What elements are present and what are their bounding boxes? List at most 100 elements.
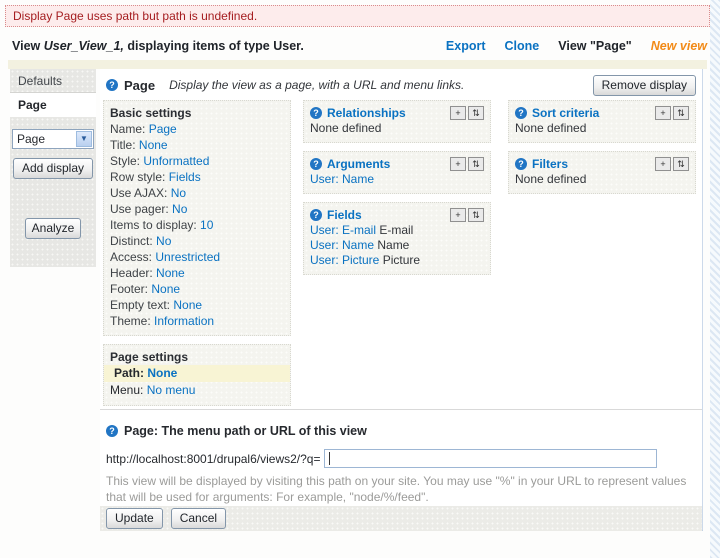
cancel-button[interactable]: Cancel [170,508,227,529]
toolbar-links: Export Clone View "Page" New view [446,39,707,53]
add-icon-button[interactable]: + [655,157,671,171]
field-label-suffix: Picture [379,253,421,267]
filters-empty: None defined [515,172,587,186]
view-name: User_View_1, [43,39,124,53]
add-icon-button[interactable]: + [655,106,671,120]
clone-link[interactable]: Clone [505,39,540,53]
setting-value-link[interactable]: No [171,186,186,200]
path-value-link[interactable]: None [147,366,177,380]
chevron-down-icon: ▼ [76,131,92,147]
path-input[interactable] [324,449,658,468]
display-edit-area: ? Page Display the view as a page, with … [100,69,703,531]
field-link[interactable]: User: Picture [310,253,379,267]
display-type-select[interactable]: Page ▼ [12,129,94,149]
display-header: ? Page Display the view as a page, with … [100,69,702,99]
setting-value-link[interactable]: Information [154,314,214,328]
setting-label: Style: [110,154,141,168]
setting-label: Empty text: [110,298,171,312]
basic-settings-header: Basic settings [110,105,284,121]
setting-row-distinct: Distinct: No [110,233,284,249]
rearrange-icon-button[interactable]: ⇅ [468,208,484,222]
update-button[interactable]: Update [106,508,163,529]
setting-row-name: Name: Page [110,121,284,137]
setting-label: Use AJAX: [110,186,168,200]
path-config-form: ? Page: The menu path or URL of this vie… [100,410,702,531]
sort-criteria-title[interactable]: Sort criteria [532,106,599,120]
views-top-strip [8,60,707,69]
setting-row-empty-text: Empty text: None [110,297,284,313]
help-icon[interactable]: ? [515,107,527,119]
argument-link[interactable]: User: Name [310,172,374,186]
add-icon-button[interactable]: + [450,157,466,171]
display-title: Page [124,77,156,93]
setting-value-link[interactable]: None [173,298,202,312]
setting-value-link[interactable]: No [156,234,171,248]
setting-value-link[interactable]: None [156,266,185,280]
add-icon-button[interactable]: + [450,106,466,120]
path-config-title: Page: The menu path or URL of this view [124,424,367,438]
add-icon-button[interactable]: + [450,208,466,222]
setting-label: Title: [110,138,136,152]
new-view-link[interactable]: New view [651,39,707,53]
setting-value-link[interactable]: Unformatted [143,154,209,168]
fields-actions: + ⇅ [448,208,484,222]
fields-panel: ? Fields + ⇅ User: E-mail E-mail User: N… [303,202,491,275]
error-message-text: Display Page uses path but path is undef… [13,9,258,23]
setting-value-link[interactable]: Page [149,122,177,136]
setting-label: Row style: [110,170,166,184]
help-icon[interactable]: ? [106,79,118,91]
right-column: ? Sort criteria + ⇅ None defined ? Filte… [508,100,696,202]
text-cursor [329,452,331,465]
rearrange-icon-button[interactable]: ⇅ [673,157,689,171]
field-link[interactable]: User: Name [310,238,374,252]
setting-value-link[interactable]: None [139,138,168,152]
setting-value-link[interactable]: Fields [169,170,201,184]
analyze-button[interactable]: Analyze [25,218,81,239]
view-page-link[interactable]: View "Page" [558,39,631,53]
help-icon[interactable]: ? [515,158,527,170]
remove-display-button[interactable]: Remove display [592,74,696,96]
filters-title[interactable]: Filters [532,157,568,171]
sort-criteria-header: ? Sort criteria + ⇅ [515,105,689,121]
help-icon[interactable]: ? [310,158,322,170]
relationships-actions: + ⇅ [448,106,484,120]
fields-title[interactable]: Fields [327,208,362,222]
add-display-button[interactable]: Add display [13,158,93,179]
setting-row-header: Header: None [110,265,284,281]
argument-item: User: Name [310,172,484,187]
setting-row-theme: Theme: Information [110,313,284,329]
rearrange-icon-button[interactable]: ⇅ [673,106,689,120]
path-url-row: http://localhost:8001/drupal6/views2/?q= [106,449,702,468]
setting-value-link[interactable]: Unrestricted [155,250,220,264]
help-icon[interactable]: ? [310,107,322,119]
tab-page[interactable]: Page [10,93,96,117]
menu-value-link[interactable]: No menu [147,383,196,397]
field-label-suffix: E-mail [376,223,414,237]
setting-value-link[interactable]: No [172,202,187,216]
field-link[interactable]: User: E-mail [310,223,376,237]
setting-row-items: Items to display: 10 [110,217,284,233]
setting-value-link[interactable]: 10 [200,218,213,232]
sidebar-controls: Page ▼ Add display Analyze [10,117,96,267]
path-label: Path: [114,366,144,380]
page-settings-panel: Page settings Path: None Menu: No menu [103,344,291,406]
export-link[interactable]: Export [446,39,486,53]
arguments-title[interactable]: Arguments [327,157,390,171]
relationships-title[interactable]: Relationships [327,106,406,120]
rearrange-icon-button[interactable]: ⇅ [468,157,484,171]
setting-value-link[interactable]: None [151,282,180,296]
arguments-header: ? Arguments + ⇅ [310,156,484,172]
rearrange-icon-button[interactable]: ⇅ [468,106,484,120]
relationships-panel: ? Relationships + ⇅ None defined [303,100,491,143]
arguments-actions: + ⇅ [448,157,484,171]
setting-row-row-style: Row style: Fields [110,169,284,185]
field-item: User: Picture Picture [310,253,484,268]
tab-defaults[interactable]: Defaults [10,69,96,93]
setting-label: Name: [110,122,146,136]
help-icon[interactable]: ? [106,425,118,437]
help-icon[interactable]: ? [310,209,322,221]
setting-label: Access: [110,250,153,264]
basic-settings-title: Basic settings [110,106,192,120]
form-actions: Update Cancel [100,506,702,531]
path-description: This view will be displayed by visiting … [106,474,687,504]
